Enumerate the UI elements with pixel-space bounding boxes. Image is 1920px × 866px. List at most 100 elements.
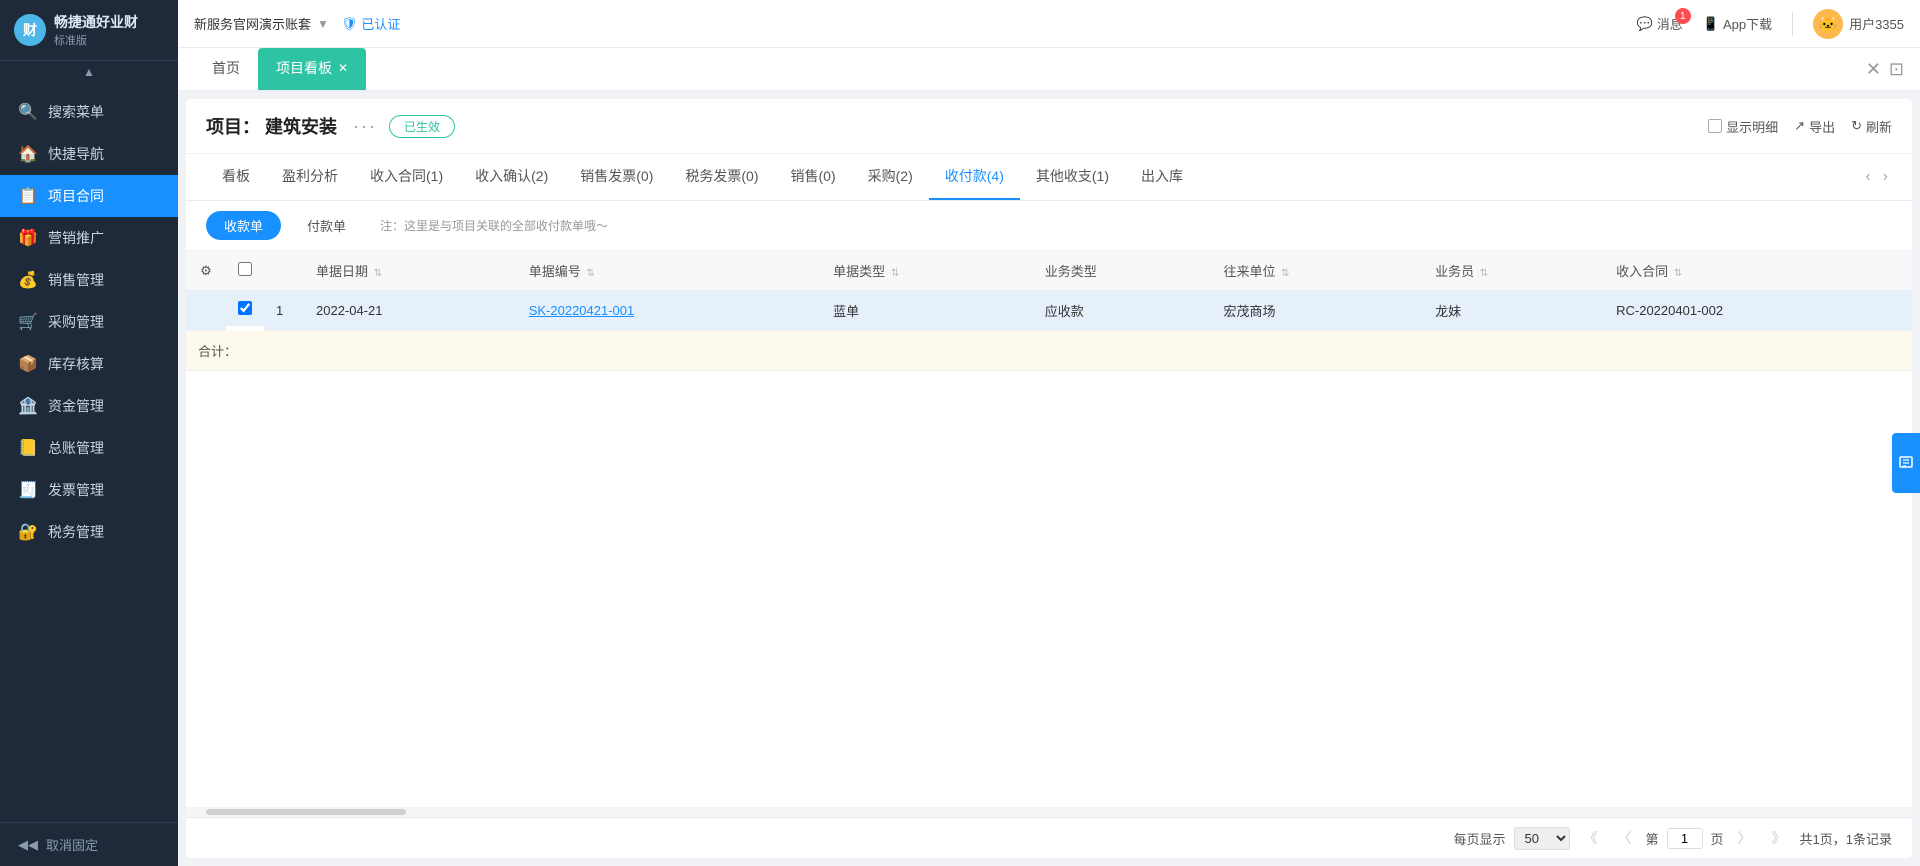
sidebar-item-marketing[interactable]: 🎁 营销推广 xyxy=(0,217,178,259)
scroll-thumb[interactable] xyxy=(206,809,406,815)
subtab-sales-invoice[interactable]: 销售发票(0) xyxy=(564,154,669,200)
sidebar-item-label: 采购管理 xyxy=(48,312,104,332)
subtab-income-contract[interactable]: 收入合同(1) xyxy=(354,154,459,200)
subtab-in-out[interactable]: 出入库 xyxy=(1125,154,1199,200)
checkbox-column-header[interactable] xyxy=(226,251,264,291)
tab-project-board-label: 项目看板 xyxy=(276,58,332,78)
number-cell[interactable]: SK-20220421-001 xyxy=(517,291,821,331)
type-column-header[interactable]: 单据类型 ⇅ xyxy=(821,251,1033,291)
tabbar-actions: ✕ ⊡ xyxy=(1866,59,1904,80)
table-row[interactable]: 1 2022-04-21 SK-20220421-001 蓝单 应收款 宏茂商场… xyxy=(186,291,1912,331)
subtab-profit[interactable]: 盈利分析 xyxy=(266,154,354,200)
sidebar-item-label: 发票管理 xyxy=(48,480,104,500)
sidebar-item-project-contract[interactable]: 📋 项目合同 xyxy=(0,175,178,217)
subtab-tax-invoice[interactable]: 税务发票(0) xyxy=(669,154,774,200)
salesman-column-header[interactable]: 业务员 ⇅ xyxy=(1423,251,1604,291)
biz-type-column-header: 业务类型 xyxy=(1033,251,1212,291)
sidebar-item-invoice[interactable]: 🧾 发票管理 xyxy=(0,469,178,511)
app-label: App下载 xyxy=(1723,14,1772,33)
subtab-income-confirm[interactable]: 收入确认(2) xyxy=(459,154,564,200)
last-page-button[interactable]: 》 xyxy=(1766,826,1792,850)
salesman-cell: 龙妹 xyxy=(1423,291,1604,331)
window-expand-button[interactable]: ⊡ xyxy=(1889,59,1904,80)
sidebar-item-label: 总账管理 xyxy=(48,438,104,458)
side-note-button[interactable] xyxy=(1892,433,1920,493)
inner-tab-payment-bill[interactable]: 付款单 xyxy=(289,211,364,240)
shield-icon: 🛡 xyxy=(341,16,358,32)
main-area: 新服务官网演示账套 ▼ 🛡 已认证 💬 消息 1 📱 App下载 🐱 用户335… xyxy=(178,0,1920,866)
sidebar-item-capital[interactable]: 🏦 资金管理 xyxy=(0,385,178,427)
sidebar-item-label: 营销推广 xyxy=(48,228,104,248)
seq-column-header xyxy=(264,251,304,291)
next-page-button[interactable]: 〉 xyxy=(1732,826,1758,850)
first-page-button[interactable]: 《 xyxy=(1578,826,1604,850)
subtab-receipt[interactable]: 收付款(4) xyxy=(929,154,1020,200)
total-cell: 合计： xyxy=(186,331,1912,371)
data-table: ⚙ 单据日期 ⇅ 单据编号 ⇅ xyxy=(186,251,1912,371)
user-menu[interactable]: 🐱 用户3355 xyxy=(1813,9,1904,39)
sidebar-item-tax[interactable]: 🔐 税务管理 xyxy=(0,511,178,553)
subtab-purchase[interactable]: 采购(2) xyxy=(852,154,929,200)
checkbox-cell[interactable] xyxy=(226,291,264,326)
refresh-icon: ↻ xyxy=(1851,118,1862,134)
project-more-button[interactable]: ··· xyxy=(353,116,377,137)
export-label: 导出 xyxy=(1809,117,1835,136)
sidebar-item-sales[interactable]: 💰 销售管理 xyxy=(0,259,178,301)
subtab-other-expenses[interactable]: 其他收支(1) xyxy=(1020,154,1125,200)
sort-icon: ⇅ xyxy=(1480,268,1488,279)
show-detail-checkbox[interactable] xyxy=(1708,119,1722,133)
sidebar-item-quick-nav[interactable]: 🏠 快捷导航 xyxy=(0,133,178,175)
sidebar-scroll-up[interactable]: ▲ xyxy=(0,61,178,83)
sidebar-item-inventory[interactable]: 📦 库存核算 xyxy=(0,343,178,385)
project-header: 项目： 建筑安装 ··· 已生效 显示明细 ↗ 导出 ↻ 刷新 xyxy=(186,99,1912,154)
sidebar-item-ledger[interactable]: 📒 总账管理 xyxy=(0,427,178,469)
total-row: 合计： xyxy=(186,331,1912,371)
app-download-button[interactable]: 📱 App下载 xyxy=(1703,14,1772,33)
subtab-nav: ‹ › xyxy=(1861,168,1892,186)
settings-cell xyxy=(186,291,226,331)
tab-project-board[interactable]: 项目看板 ✕ xyxy=(258,48,366,90)
tab-home[interactable]: 首页 xyxy=(194,48,258,90)
unpin-label: 取消固定 xyxy=(46,835,98,854)
number-column-header[interactable]: 单据编号 ⇅ xyxy=(517,251,821,291)
topbar-project[interactable]: 新服务官网演示账套 ▼ xyxy=(194,14,329,33)
subtab-kanban[interactable]: 看板 xyxy=(206,154,266,200)
refresh-button[interactable]: ↻ 刷新 xyxy=(1851,117,1892,136)
ledger-icon: 📒 xyxy=(18,438,38,458)
show-detail-toggle[interactable]: 显示明细 xyxy=(1708,117,1778,136)
tab-close-icon[interactable]: ✕ xyxy=(338,61,348,75)
inner-tab-receipt-bill[interactable]: 收款单 xyxy=(206,211,281,240)
sidebar-item-search[interactable]: 🔍 搜索菜单 xyxy=(0,91,178,133)
sidebar: 财 畅捷通好业财 标准版 ▲ 🔍 搜索菜单 🏠 快捷导航 📋 项目合同 🎁 营销… xyxy=(0,0,178,866)
sidebar-nav: 🔍 搜索菜单 🏠 快捷导航 📋 项目合同 🎁 营销推广 💰 销售管理 🛒 采购管… xyxy=(0,83,178,822)
window-close-button[interactable]: ✕ xyxy=(1866,59,1881,80)
row-checkbox[interactable] xyxy=(238,301,252,315)
date-column-header[interactable]: 单据日期 ⇅ xyxy=(304,251,517,291)
page-input[interactable] xyxy=(1667,828,1703,849)
partner-column-header[interactable]: 往来单位 ⇅ xyxy=(1211,251,1423,291)
message-button[interactable]: 💬 消息 1 xyxy=(1637,14,1683,33)
subtab-prev-button[interactable]: ‹ xyxy=(1861,168,1874,186)
export-button[interactable]: ↗ 导出 xyxy=(1794,117,1835,136)
settings-column-header[interactable]: ⚙ xyxy=(186,251,226,291)
bill-number-link[interactable]: SK-20220421-001 xyxy=(529,303,635,318)
message-icon: 💬 xyxy=(1637,16,1653,32)
sidebar-item-purchase[interactable]: 🛒 采购管理 xyxy=(0,301,178,343)
subtab-next-button[interactable]: › xyxy=(1879,168,1892,186)
sales-icon: 💰 xyxy=(18,270,38,290)
income-contract-column-header[interactable]: 收入合同 ⇅ xyxy=(1604,251,1912,291)
subtab-sales[interactable]: 销售(0) xyxy=(775,154,852,200)
sidebar-item-label: 销售管理 xyxy=(48,270,104,290)
note-icon xyxy=(1898,455,1914,471)
prev-page-button[interactable]: 〈 xyxy=(1612,826,1638,850)
sidebar-unpin-button[interactable]: ◀◀ 取消固定 xyxy=(0,822,178,866)
refresh-label: 刷新 xyxy=(1866,117,1892,136)
select-all-checkbox[interactable] xyxy=(238,262,252,276)
project-title: 项目： 建筑安装 xyxy=(206,113,337,139)
page-label: 第 xyxy=(1646,829,1659,848)
page-size-select[interactable]: 50 100 200 xyxy=(1514,827,1570,850)
sidebar-item-label: 快捷导航 xyxy=(48,144,104,164)
horizontal-scrollbar[interactable] xyxy=(186,807,1912,817)
topbar-divider xyxy=(1792,12,1793,36)
sidebar-item-label: 税务管理 xyxy=(48,522,104,542)
